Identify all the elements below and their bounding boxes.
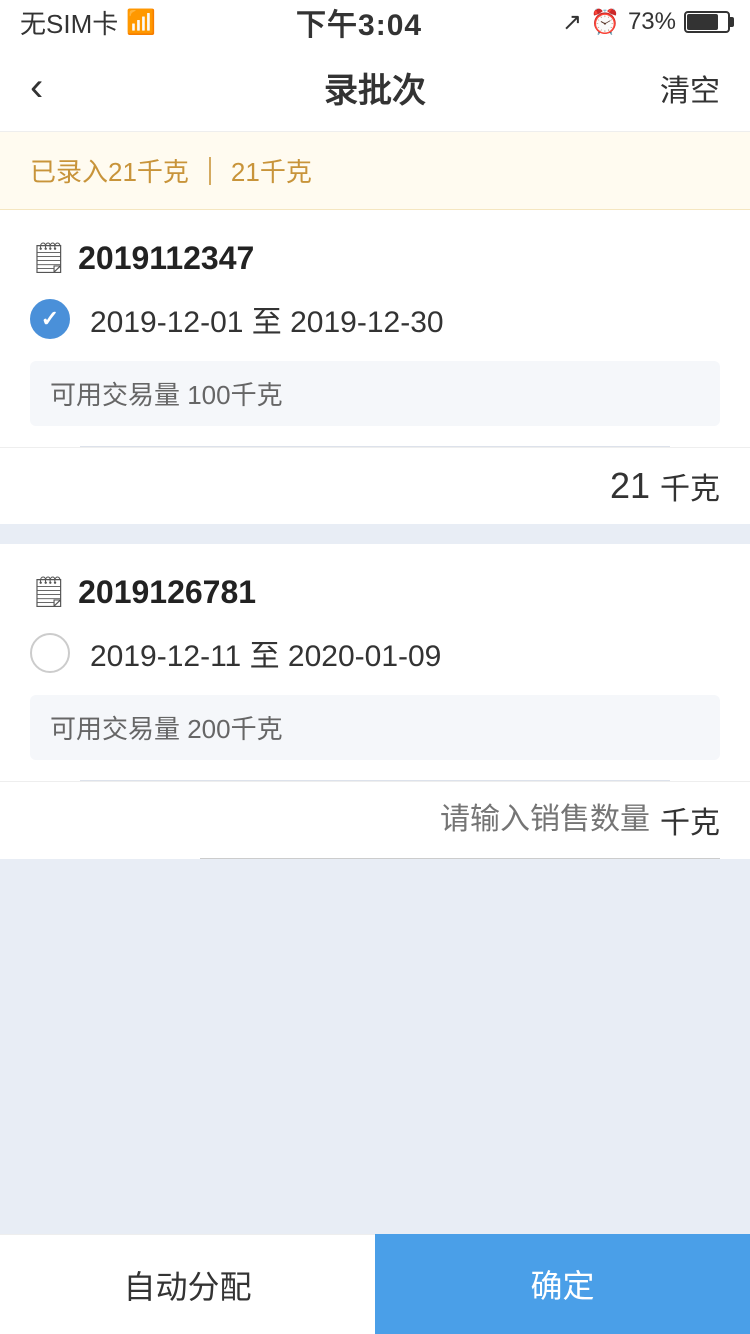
battery-percent: 73% xyxy=(628,8,676,36)
batch-2-input-row[interactable]: 千克 xyxy=(0,781,750,858)
batch-2-unit: 千克 xyxy=(660,798,720,842)
nav-bar: ‹ 录批次 清空 xyxy=(0,44,750,132)
batch-2-date: 2019-12-11 至 2020-01-09 xyxy=(90,631,441,675)
amount-info: 21千克 xyxy=(231,152,312,189)
batch-1-amount-value: 21 xyxy=(610,465,650,507)
status-bar: 无SIM卡 📶 下午3:04 ↗ ⏰ 73% xyxy=(0,0,750,44)
batch-1-icon: 🗒 xyxy=(30,241,68,276)
batch-2-date-row[interactable]: 2019-12-11 至 2020-01-09 xyxy=(0,621,750,685)
location-icon: ↗ xyxy=(562,8,582,37)
info-divider xyxy=(209,157,211,185)
batch-card-2: 🗒 2019126781 2019-12-11 至 2020-01-09 可用交… xyxy=(0,544,750,859)
batch-2-quantity-input[interactable] xyxy=(30,803,650,837)
status-left: 无SIM卡 📶 xyxy=(20,4,156,41)
batch-card-1: 🗒 2019112347 2019-12-01 至 2019-12-30 可用交… xyxy=(0,210,750,524)
status-right: ↗ ⏰ 73% xyxy=(562,8,730,37)
batch-1-date-row[interactable]: 2019-12-01 至 2019-12-30 xyxy=(0,287,750,351)
info-bar: 已录入21千克 21千克 xyxy=(0,132,750,210)
clear-button[interactable]: 清空 xyxy=(660,66,720,110)
back-button[interactable]: ‹ xyxy=(30,65,90,110)
batch-1-amount-unit: 千克 xyxy=(660,464,720,508)
alarm-icon: ⏰ xyxy=(590,8,620,37)
batch-1-date: 2019-12-01 至 2019-12-30 xyxy=(90,297,444,341)
carrier-label: 无SIM卡 xyxy=(20,4,118,41)
batch-2-radio[interactable] xyxy=(30,633,70,673)
battery-icon xyxy=(684,11,730,33)
empty-area xyxy=(0,859,750,1283)
recorded-info: 已录入21千克 xyxy=(30,152,189,189)
batch-1-id: 2019112347 xyxy=(78,240,254,277)
auto-distribute-button[interactable]: 自动分配 xyxy=(0,1234,375,1334)
page-title: 录批次 xyxy=(324,63,426,112)
batch-2-avail: 可用交易量 200千克 xyxy=(30,695,720,760)
batch-1-amount-row: 21 千克 xyxy=(0,447,750,524)
batch-1-header: 🗒 2019112347 xyxy=(0,210,750,287)
confirm-button[interactable]: 确定 xyxy=(375,1234,750,1334)
batch-2-header: 🗒 2019126781 xyxy=(0,544,750,621)
bottom-bar: 自动分配 确定 xyxy=(0,1234,750,1334)
batch-2-icon: 🗒 xyxy=(30,575,68,610)
batch-1-avail: 可用交易量 100千克 xyxy=(30,361,720,426)
wifi-icon: 📶 xyxy=(126,8,156,37)
batch-1-radio[interactable] xyxy=(30,299,70,339)
card-separator xyxy=(0,524,750,544)
time-label: 下午3:04 xyxy=(296,0,422,44)
batch-2-id: 2019126781 xyxy=(78,574,256,611)
